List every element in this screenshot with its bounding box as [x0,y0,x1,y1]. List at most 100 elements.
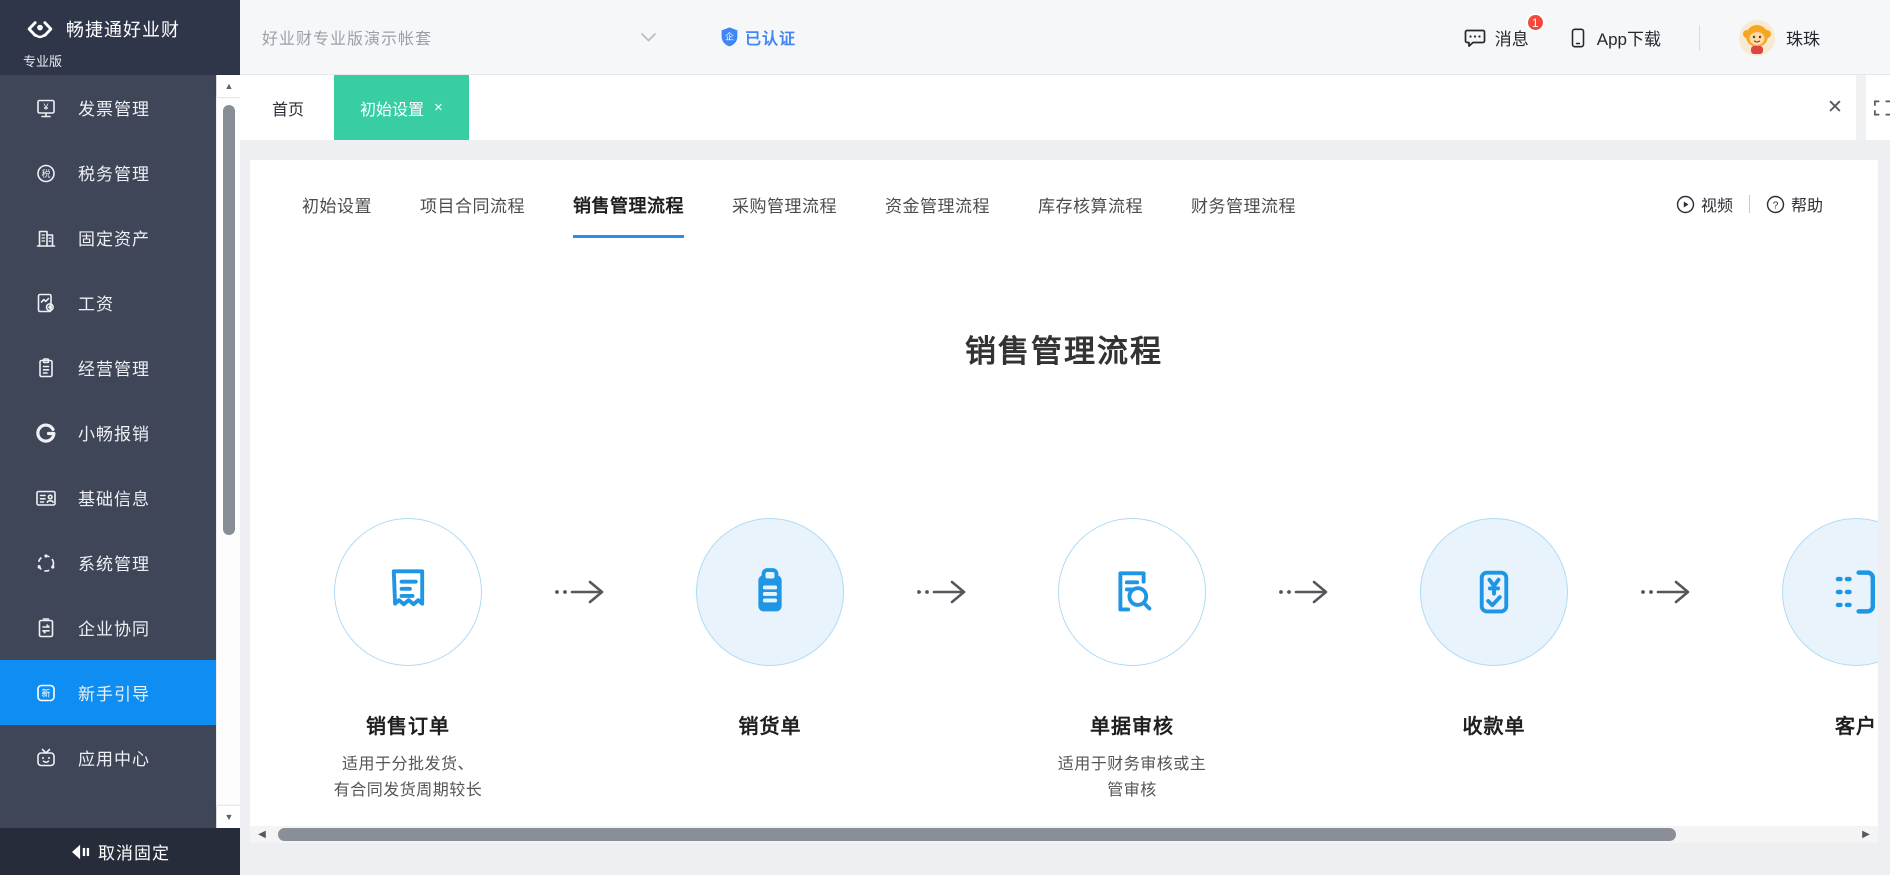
basic-info-icon [36,490,56,506]
scroll-left-button[interactable]: ◀ [252,826,272,843]
sidebar-item-operation[interactable]: 经营管理 [0,335,216,400]
flow-step-sales-order[interactable]: 销售订单 适用于分批发货、 有合同发货周期较长 [258,518,558,805]
app-download-label: App下载 [1596,30,1661,49]
tab-initial-setup[interactable]: 初始设置 × [334,75,469,140]
fixed-asset-icon [36,230,56,247]
tab-purchase-management-flow[interactable]: 采购管理流程 [732,192,837,238]
sidebar-item-app-center[interactable]: 应用中心 [0,725,216,790]
sidebar: 畅捷通好业财 专业版 ¥ 发票管理 税 税务管理 固定资产 工资 经营管理 小畅… [0,0,241,875]
collaboration-icon [38,617,54,637]
message-count-badge: 1 [1525,13,1545,32]
fullscreen-icon [1874,100,1890,115]
sidebar-item-system[interactable]: 系统管理 [0,530,216,595]
video-button[interactable]: 视频 [1676,192,1733,216]
unpin-label: 取消固定 [98,844,170,863]
close-button[interactable]: ✕ [1814,75,1856,140]
logo-area: 畅捷通好业财 专业版 [0,0,240,75]
flow-step-receipt[interactable]: 收款单 [1344,518,1644,752]
avatar [1739,19,1775,56]
sidebar-item-expense[interactable]: 小畅报销 [0,400,216,465]
tabbar-gap [1856,75,1866,140]
brand-name: 畅捷通好业财 [66,20,180,40]
fullscreen-button[interactable] [1866,75,1890,140]
sidebar-item-label: 固定资产 [78,230,150,249]
tax-icon: 税 [37,164,55,182]
sidebar-item-invoice[interactable]: ¥ 发票管理 [0,75,216,140]
flow-step-customer[interactable]: 客户 [1706,518,1878,752]
tab-label: 初始设置 [360,101,425,119]
account-book-name: 好业财专业版演示帐套 [262,31,433,48]
actions-divider [1748,195,1750,213]
flow-tabs: 初始设置 项目合同流程 销售管理流程 采购管理流程 资金管理流程 库存核算流程 … [250,160,1878,238]
app-root: 畅捷通好业财 专业版 ¥ 发票管理 税 税务管理 固定资产 工资 经营管理 小畅… [0,0,1890,875]
tab-close-icon[interactable]: × [434,99,443,116]
horizontal-scrollbar: ◀ ▶ [250,826,1878,843]
sidebar-item-salary[interactable]: 工资 [0,270,216,335]
flow-title: 销售管理流程 [965,334,1163,369]
scroll-down-button[interactable]: ▼ [217,806,241,828]
tab-project-contract-flow[interactable]: 项目合同流程 [420,192,525,238]
sidebar-item-fixed-assets[interactable]: 固定资产 [0,205,216,270]
sidebar-item-label: 小畅报销 [78,425,150,444]
chevron-down-icon [641,32,656,42]
step-label: 单据审核 [1090,716,1174,738]
message-bubble-icon [1464,29,1486,47]
sidebar-scrollbar: ▲ ▼ [216,75,241,828]
sidebar-item-newbie-guide[interactable]: 新 新手引导 [0,660,216,725]
sales-order-receipt-icon [391,569,425,607]
tab-finance-management-flow[interactable]: 财务管理流程 [1191,192,1296,238]
step-circle [1782,518,1878,666]
step-circle [334,518,482,666]
sidebar-menu: ¥ 发票管理 税 税务管理 固定资产 工资 经营管理 小畅报销 基础信息 系统管… [0,75,216,790]
messages-label: 消息 [1494,30,1529,49]
step-description: 适用于财务审核或主 管审核 [1057,756,1207,800]
sidebar-item-basic-info[interactable]: 基础信息 [0,465,216,530]
flow-arrow-icon [1278,579,1350,605]
newbie-guide-icon: 新 [37,684,55,701]
horizontal-scrollbar-thumb[interactable] [278,828,1676,841]
flow-arrow-icon [554,579,626,605]
tab-inventory-accounting-flow[interactable]: 库存核算流程 [1038,192,1143,238]
tab-initial-settings[interactable]: 初始设置 [302,192,372,238]
tab-sales-management-flow[interactable]: 销售管理流程 [573,192,684,238]
topbar-right: 消息 1 App下载 珠珠 [1463,0,1820,75]
sidebar-item-label: 经营管理 [78,360,150,379]
sidebar-item-collaboration[interactable]: 企业协同 [0,595,216,660]
tab-home[interactable]: 首页 [240,75,334,140]
flow-step-document-review[interactable]: 单据审核 适用于财务审核或主 管审核 [982,518,1282,805]
account-book-selector[interactable]: 好业财专业版演示帐套 [262,25,657,49]
sidebar-item-label: 系统管理 [78,555,150,574]
sidebar-scrollbar-thumb[interactable] [223,105,235,535]
messages-button[interactable]: 消息 1 [1463,13,1545,50]
svg-text:新: 新 [41,687,50,698]
collapse-left-icon [72,844,90,859]
step-circle [1058,518,1206,666]
content-background: 初始设置 项目合同流程 销售管理流程 采购管理流程 资金管理流程 库存核算流程 … [240,141,1890,875]
scroll-up-button[interactable]: ▲ [217,75,241,97]
flow-diagram: 销售订单 适用于分批发货、 有合同发货周期较长 销货单 单据审核 适用于财务审核… [250,510,1878,840]
operation-icon [39,357,53,377]
help-button[interactable]: ? 帮助 [1766,192,1823,216]
scroll-right-button[interactable]: ▶ [1856,826,1876,843]
step-label: 销售订单 [366,716,450,738]
sidebar-item-tax[interactable]: 税 税务管理 [0,140,216,205]
unpin-sidebar-button[interactable]: 取消固定 [0,828,240,875]
sidebar-item-label: 新手引导 [78,685,150,704]
shield-icon: 企 [721,27,738,47]
step-circle [1420,518,1568,666]
topbar: 好业财专业版演示帐套 企 已认证 消息 1 App下载 珠珠 [240,0,1890,75]
flow-step-delivery-note[interactable]: 销货单 [620,518,920,752]
tab-funds-management-flow[interactable]: 资金管理流程 [885,192,990,238]
salary-icon [37,293,54,312]
flow-tab-actions: 视频 ? 帮助 [1676,192,1823,216]
question-circle-icon: ? [1766,195,1785,213]
verified-badge[interactable]: 企 已认证 [719,25,796,49]
topbar-divider [1699,24,1700,51]
user-menu[interactable]: 珠珠 [1738,19,1820,57]
step-description: 适用于分批发货、 有合同发货周期较长 [333,756,483,800]
sidebar-item-label: 应用中心 [78,750,150,769]
app-download-button[interactable]: App下载 [1567,25,1661,50]
play-circle-icon [1676,195,1695,213]
edition-label: 专业版 [23,54,63,69]
flow-arrow-icon [1640,579,1712,605]
